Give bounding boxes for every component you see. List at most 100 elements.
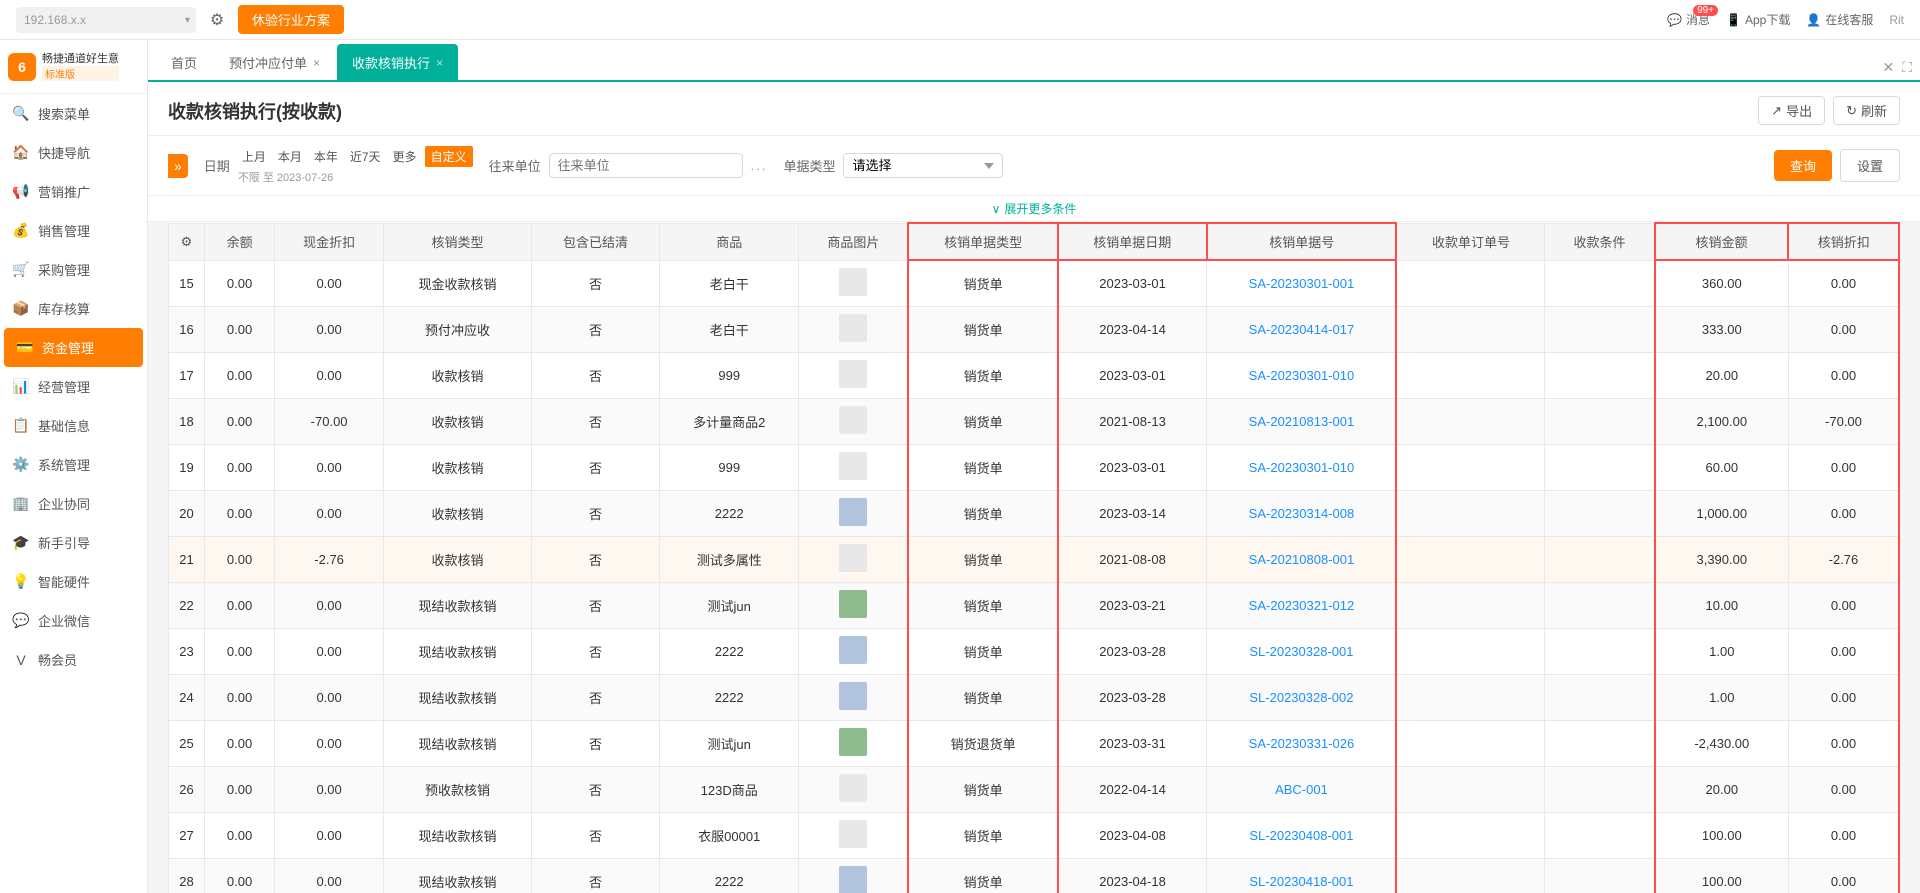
cell-cancel-voucher-type-13: 销货单 bbox=[908, 858, 1057, 893]
date-this-year[interactable]: 本年 bbox=[310, 146, 342, 167]
query-btn[interactable]: 查询 bbox=[1774, 150, 1832, 181]
date-more[interactable]: 更多 bbox=[389, 146, 421, 167]
tab-2[interactable]: 收款核销执行× bbox=[337, 44, 458, 80]
cell-receipt-order-no-3 bbox=[1396, 398, 1544, 444]
cancel-voucher-link-8[interactable]: SL-20230328-001 bbox=[1249, 644, 1353, 659]
cancel-voucher-link-10[interactable]: SA-20230331-026 bbox=[1249, 736, 1355, 751]
sidebar-item-enterprise[interactable]: 🏢 企业协同 bbox=[0, 484, 147, 523]
cancel-voucher-link-13[interactable]: SL-20230418-001 bbox=[1249, 874, 1353, 889]
voucher-type-select[interactable]: 请选择 bbox=[843, 153, 1003, 178]
cell-no-4: 19 bbox=[169, 444, 205, 490]
cancel-voucher-link-12[interactable]: SL-20230408-001 bbox=[1249, 828, 1353, 843]
cell-balance-12: 0.00 bbox=[205, 812, 275, 858]
message-btn[interactable]: 💬 消息 99+ bbox=[1667, 11, 1710, 28]
date-this-month[interactable]: 本月 bbox=[274, 146, 306, 167]
sidebar-icon-finance: 💳 bbox=[16, 339, 34, 357]
th-cancel-type: 核销类型 bbox=[384, 223, 532, 260]
sidebar-item-system[interactable]: ⚙️ 系统管理 bbox=[0, 445, 147, 484]
sidebar-item-operation[interactable]: 📊 经营管理 bbox=[0, 367, 147, 406]
cancel-voucher-link-5[interactable]: SA-20230314-008 bbox=[1249, 506, 1355, 521]
table-row: 24 0.00 0.00 现结收款核销 否 2222 销货单 2023-03-2… bbox=[169, 674, 1900, 720]
sidebar-item-member[interactable]: V 畅会员 bbox=[0, 640, 147, 679]
date-custom[interactable]: 自定义 bbox=[425, 146, 473, 167]
address-bar[interactable]: 192.168.x.x bbox=[16, 7, 196, 33]
cell-cancel-voucher-no-13: SL-20230418-001 bbox=[1207, 858, 1397, 893]
sidebar-item-finance[interactable]: 💳 资金管理 bbox=[4, 328, 143, 367]
table-row: 18 0.00 -70.00 收款核销 否 多计量商品2 销货单 2021-08… bbox=[169, 398, 1900, 444]
service-icon: 👤 bbox=[1806, 13, 1821, 27]
date-7days[interactable]: 近7天 bbox=[346, 146, 385, 167]
tab-close-1[interactable]: × bbox=[313, 56, 320, 70]
sidebar-item-hardware[interactable]: 💡 智能硬件 bbox=[0, 562, 147, 601]
sidebar-item-quick[interactable]: 🏠 快捷导航 bbox=[0, 133, 147, 172]
sidebar-item-search[interactable]: 🔍 搜索菜单 bbox=[0, 94, 147, 133]
solution-btn[interactable]: 休验行业方案 bbox=[238, 5, 344, 34]
tab-bar: 首页预付冲应付单×收款核销执行× ✕ ⛶ bbox=[148, 40, 1920, 82]
cell-cancel-amount-8: 1.00 bbox=[1655, 628, 1789, 674]
tab-close-2[interactable]: × bbox=[436, 56, 443, 70]
close-tab-icon[interactable]: ✕ bbox=[1882, 59, 1894, 76]
sidebar-item-marketing[interactable]: 📢 营销推广 bbox=[0, 172, 147, 211]
export-btn[interactable]: ↗ 导出 bbox=[1758, 96, 1825, 125]
table-row: 27 0.00 0.00 现结收款核销 否 衣服00001 销货单 2023-0… bbox=[169, 812, 1900, 858]
sidebar-icon-wechat: 💬 bbox=[12, 612, 30, 630]
sidebar-label-wechat: 企业微信 bbox=[38, 611, 90, 630]
cell-cancel-discount-3: -70.00 bbox=[1788, 398, 1899, 444]
cell-cancel-voucher-type-3: 销货单 bbox=[908, 398, 1057, 444]
tab-1[interactable]: 预付冲应付单× bbox=[214, 44, 335, 80]
online-service-btn[interactable]: 👤 在线客服 bbox=[1806, 11, 1873, 28]
sidebar-item-purchase[interactable]: 🛒 采购管理 bbox=[0, 250, 147, 289]
app-icon: 📱 bbox=[1726, 13, 1741, 27]
cell-balance-1: 0.00 bbox=[205, 306, 275, 352]
th-receipt-order-no: 收款单订单号 bbox=[1396, 223, 1544, 260]
cell-cancel-voucher-type-5: 销货单 bbox=[908, 490, 1057, 536]
cell-cancel-voucher-type-12: 销货单 bbox=[908, 812, 1057, 858]
sidebar-item-wechat[interactable]: 💬 企业微信 bbox=[0, 601, 147, 640]
export-icon: ↗ bbox=[1771, 103, 1782, 119]
filter-toggle-btn[interactable]: » bbox=[168, 154, 188, 178]
cancel-voucher-link-6[interactable]: SA-20210808-001 bbox=[1249, 552, 1355, 567]
cell-no-7: 22 bbox=[169, 582, 205, 628]
cancel-voucher-link-0[interactable]: SA-20230301-001 bbox=[1249, 276, 1355, 291]
th-goods-img: 商品图片 bbox=[799, 223, 909, 260]
restore-icon[interactable]: ⛶ bbox=[1902, 59, 1912, 76]
partner-input[interactable] bbox=[549, 153, 743, 178]
date-last-month[interactable]: 上月 bbox=[238, 146, 270, 167]
th-balance: 余额 bbox=[205, 223, 275, 260]
sidebar-item-guide[interactable]: 🎓 新手引导 bbox=[0, 523, 147, 562]
cancel-voucher-link-7[interactable]: SA-20230321-012 bbox=[1249, 598, 1355, 613]
cancel-voucher-link-3[interactable]: SA-20210813-001 bbox=[1249, 414, 1355, 429]
sidebar-item-sales[interactable]: 💰 销售管理 bbox=[0, 211, 147, 250]
cell-cancel-voucher-type-4: 销货单 bbox=[908, 444, 1057, 490]
th-settings[interactable]: ⚙ bbox=[169, 223, 205, 260]
page-actions: ↗ 导出 ↻ 刷新 bbox=[1758, 96, 1900, 125]
cancel-voucher-link-11[interactable]: ABC-001 bbox=[1275, 782, 1328, 797]
settings-icon[interactable]: ⚙ bbox=[204, 7, 230, 33]
cell-cancel-date-3: 2021-08-13 bbox=[1058, 398, 1207, 444]
cancel-voucher-link-1[interactable]: SA-20230414-017 bbox=[1249, 322, 1355, 337]
cell-cancel-amount-0: 360.00 bbox=[1655, 260, 1789, 306]
sidebar-item-basic[interactable]: 📋 基础信息 bbox=[0, 406, 147, 445]
cancel-voucher-link-4[interactable]: SA-20230301-010 bbox=[1249, 460, 1355, 475]
cancel-voucher-link-9[interactable]: SL-20230328-002 bbox=[1249, 690, 1353, 705]
cell-goods-img-10 bbox=[799, 720, 909, 766]
th-cancel-voucher-no: 核销单据号 bbox=[1207, 223, 1397, 260]
expand-more-btn[interactable]: ∨ 展开更多条件 bbox=[992, 200, 1077, 217]
cell-include-settled-6: 否 bbox=[531, 536, 659, 582]
cancel-voucher-link-2[interactable]: SA-20230301-010 bbox=[1249, 368, 1355, 383]
refresh-btn[interactable]: ↻ 刷新 bbox=[1833, 96, 1900, 125]
cell-balance-4: 0.00 bbox=[205, 444, 275, 490]
sidebar-items: 🔍 搜索菜单 🏠 快捷导航 📢 营销推广 💰 销售管理 🛒 采购管理 📦 库存核… bbox=[0, 94, 147, 679]
sidebar-item-inventory[interactable]: 📦 库存核算 bbox=[0, 289, 147, 328]
sidebar-label-search: 搜索菜单 bbox=[38, 104, 90, 123]
filter-bar: » 日期 上月 本月 本年 近7天 更多 自定义 不限 至 2023-07-26 bbox=[148, 136, 1920, 196]
cell-include-settled-7: 否 bbox=[531, 582, 659, 628]
cell-cancel-voucher-no-12: SL-20230408-001 bbox=[1207, 812, 1397, 858]
setting-btn[interactable]: 设置 bbox=[1840, 149, 1900, 182]
tab-0[interactable]: 首页 bbox=[156, 44, 212, 80]
cell-include-settled-1: 否 bbox=[531, 306, 659, 352]
refresh-icon: ↻ bbox=[1846, 103, 1857, 119]
user-name[interactable]: Rit bbox=[1889, 13, 1904, 27]
sidebar-icon-marketing: 📢 bbox=[12, 183, 30, 201]
app-download-btn[interactable]: 📱 App下载 bbox=[1726, 11, 1790, 28]
